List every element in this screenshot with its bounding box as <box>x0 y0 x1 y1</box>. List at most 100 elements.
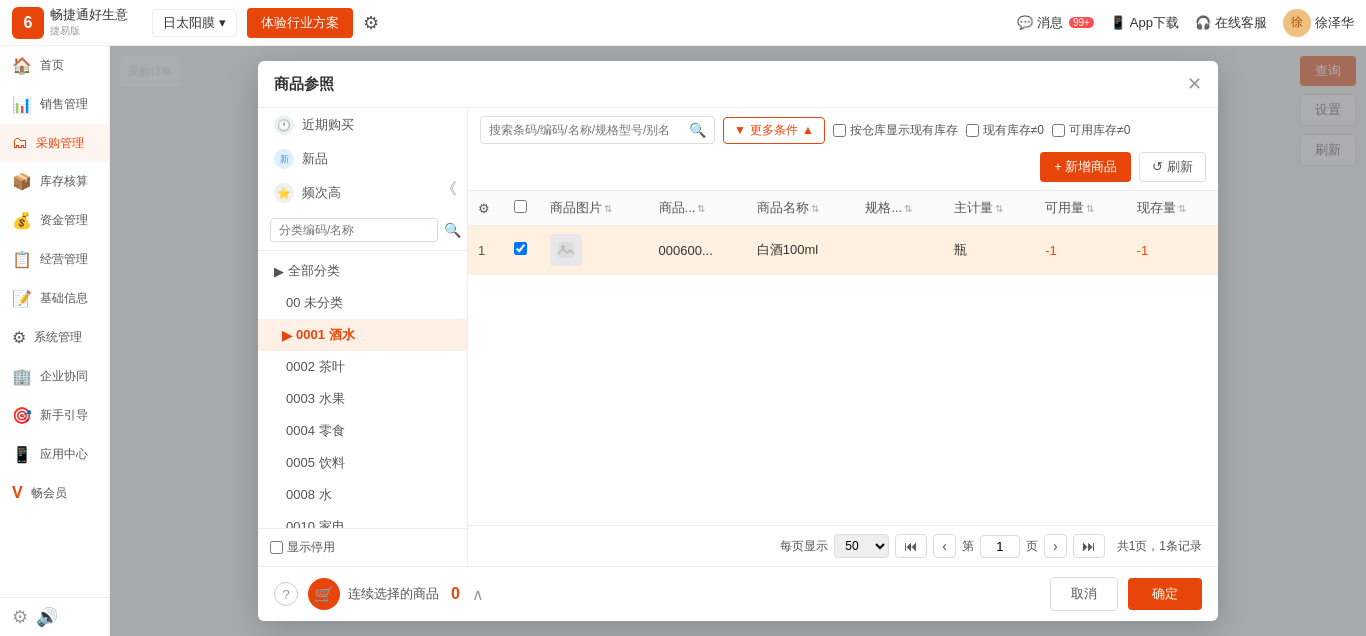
table-row[interactable]: 1 <box>468 226 1218 275</box>
col-unit-sort-icon: ⇅ <box>995 203 1003 214</box>
logo-icon: 6 <box>12 7 44 39</box>
cat-00[interactable]: 00 未分类 <box>258 287 467 319</box>
select-all-checkbox[interactable] <box>514 200 527 213</box>
stock-ne0-label[interactable]: 现有库存≠0 <box>966 122 1044 139</box>
warehouse-checkbox-label[interactable]: 按仓库显示现有库存 <box>833 122 958 139</box>
cat-0005[interactable]: 0005 饮料 <box>258 447 467 479</box>
cat-0001-label: 0001 酒水 <box>296 326 355 344</box>
cancel-button[interactable]: 取消 <box>1050 577 1118 611</box>
th-settings[interactable]: ⚙ <box>468 191 504 226</box>
cat-item-recent[interactable]: 🕐 近期购买 <box>258 108 431 142</box>
cat-0003[interactable]: 0003 水果 <box>258 383 467 415</box>
product-image-placeholder <box>556 240 576 260</box>
pagination-total: 共1页，1条记录 <box>1117 538 1202 555</box>
cat-item-new[interactable]: 新 新品 <box>258 142 431 176</box>
sidebar-system-label: 系统管理 <box>34 329 82 346</box>
add-product-button[interactable]: + 新增商品 <box>1040 152 1131 182</box>
sidebar-item-basic[interactable]: 📝 基础信息 <box>0 279 109 318</box>
warehouse-checkbox[interactable] <box>833 124 846 137</box>
stock-ne0-checkbox[interactable] <box>966 124 979 137</box>
sidebar-item-inventory[interactable]: 📦 库存核算 <box>0 162 109 201</box>
col-code-sort[interactable]: 商品... ⇅ <box>659 199 737 217</box>
modal-close-button[interactable]: ✕ <box>1187 73 1202 95</box>
cell-rownum: 1 <box>468 226 504 275</box>
sidebar-item-home[interactable]: 🏠 首页 <box>0 46 109 85</box>
usable-ne0-checkbox[interactable] <box>1052 124 1065 137</box>
modal-title: 商品参照 <box>274 75 334 94</box>
trial-button[interactable]: 体验行业方案 <box>247 8 353 38</box>
col-stock-sort[interactable]: 现存量 ⇅ <box>1137 199 1208 217</box>
sidebar-member-label: 畅会员 <box>31 485 67 502</box>
product-search-input[interactable] <box>481 118 681 142</box>
logo-area: 6 畅捷通好生意 捷易版 <box>12 7 142 39</box>
refresh-button[interactable]: ↺ 刷新 <box>1139 152 1206 182</box>
cat-0002[interactable]: 0002 茶叶 <box>258 351 467 383</box>
main-content: 采购订单 查询 设置 刷新 商品参照 ✕ <box>110 46 1366 636</box>
sidebar-collab-label: 企业协同 <box>40 368 88 385</box>
store-selector[interactable]: 日太阳膜 ▾ <box>152 9 237 37</box>
cell-checkbox <box>504 226 540 275</box>
col-spec-sort[interactable]: 规格... ⇅ <box>865 199 934 217</box>
sidebar-item-sales[interactable]: 📊 销售管理 <box>0 85 109 124</box>
collapse-panel-button[interactable]: 《 <box>435 173 463 206</box>
product-modal: 商品参照 ✕ 🕐 近期购买 <box>258 61 1218 621</box>
first-page-button[interactable]: ⏮ <box>895 534 927 558</box>
sidebar-item-member[interactable]: V 畅会员 <box>0 474 109 512</box>
per-page-select[interactable]: 50 10 20 100 <box>834 534 889 558</box>
cat-0010[interactable]: 0010 家电 <box>258 511 467 528</box>
volume-icon[interactable]: 🔊 <box>36 606 58 628</box>
service-item[interactable]: 🎧 在线客服 <box>1195 14 1267 32</box>
next-page-button[interactable]: › <box>1044 534 1067 558</box>
headset-icon: 🎧 <box>1195 15 1211 30</box>
sidebar-item-operations[interactable]: 📋 经营管理 <box>0 240 109 279</box>
col-unit-sort[interactable]: 主计量 ⇅ <box>954 199 1025 217</box>
col-usable-sort[interactable]: 可用量 ⇅ <box>1045 199 1116 217</box>
column-settings-icon[interactable]: ⚙ <box>478 201 490 216</box>
show-disabled-label[interactable]: 显示停用 <box>270 539 335 556</box>
help-icon-button[interactable]: ? <box>274 582 298 606</box>
sidebar-operations-label: 经营管理 <box>40 251 88 268</box>
sidebar-item-collab[interactable]: 🏢 企业协同 <box>0 357 109 396</box>
operations-icon: 📋 <box>12 250 32 269</box>
sidebar-item-purchase[interactable]: 🗂 采购管理 <box>0 124 109 162</box>
usable-ne0-label[interactable]: 可用库存≠0 <box>1052 122 1130 139</box>
filter-icon: ▼ <box>734 123 746 137</box>
filter-button[interactable]: ▼ 更多条件 ▲ <box>723 117 825 144</box>
col-usable-sort-icon: ⇅ <box>1086 203 1094 214</box>
sidebar-item-system[interactable]: ⚙ 系统管理 <box>0 318 109 357</box>
row-checkbox[interactable] <box>514 242 527 255</box>
cat-all[interactable]: ▶ 全部分类 <box>258 255 467 287</box>
cart-icon: 🛒 <box>308 578 340 610</box>
cat-search-icon[interactable]: 🔍 <box>444 222 461 238</box>
cell-code: 000600... <box>649 226 747 275</box>
page-number-input[interactable] <box>980 535 1020 558</box>
sidebar-item-apps[interactable]: 📱 应用中心 <box>0 435 109 474</box>
last-page-button[interactable]: ⏭ <box>1073 534 1105 558</box>
col-name-sort[interactable]: 商品名称 ⇅ <box>757 199 846 217</box>
settings-icon[interactable]: ⚙ <box>363 12 379 34</box>
cat-0004[interactable]: 0004 零食 <box>258 415 467 447</box>
app-download-item[interactable]: 📱 App下载 <box>1110 14 1179 32</box>
confirm-button[interactable]: 确定 <box>1128 578 1202 610</box>
user-item[interactable]: 徐 徐泽华 <box>1283 9 1354 37</box>
cat-0008[interactable]: 0008 水 <box>258 479 467 511</box>
show-disabled-checkbox[interactable] <box>270 541 283 554</box>
prev-page-button[interactable]: ‹ <box>933 534 956 558</box>
cat-item-frequent[interactable]: ⭐ 频次高 <box>258 176 431 210</box>
modal-overlay: 商品参照 ✕ 🕐 近期购买 <box>110 46 1366 636</box>
cat-0001[interactable]: ▶ 0001 酒水 <box>258 319 467 351</box>
sidebar-item-guide[interactable]: 🎯 新手引导 <box>0 396 109 435</box>
filter-label: 更多条件 <box>750 122 798 139</box>
cat-footer: 显示停用 <box>258 528 467 566</box>
col-image-sort[interactable]: 商品图片 ⇅ <box>550 199 639 217</box>
cat-0002-label: 0002 茶叶 <box>286 358 345 376</box>
phone-icon: 📱 <box>1110 15 1126 30</box>
product-search-button[interactable]: 🔍 <box>681 117 714 143</box>
collapse-footer-icon[interactable]: ∧ <box>472 585 484 604</box>
sidebar-item-finance[interactable]: 💰 资金管理 <box>0 201 109 240</box>
cat-search-input[interactable] <box>270 218 438 242</box>
messages-item[interactable]: 💬 消息 99+ <box>1017 14 1094 32</box>
modal-header: 商品参照 ✕ <box>258 61 1218 108</box>
settings-bottom-icon[interactable]: ⚙ <box>12 606 28 628</box>
svg-rect-0 <box>558 242 574 258</box>
